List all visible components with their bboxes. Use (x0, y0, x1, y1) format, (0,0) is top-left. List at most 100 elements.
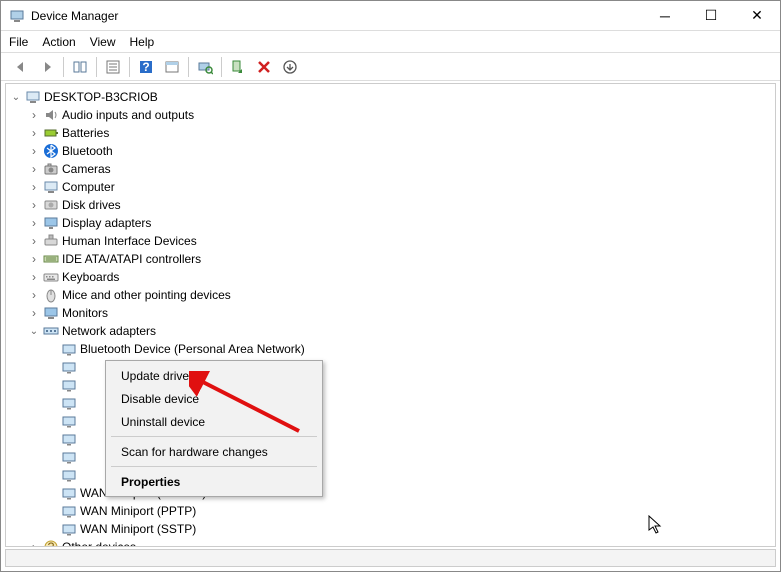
scan-hardware-button[interactable] (193, 56, 217, 78)
tree-category-label: Mice and other pointing devices (62, 288, 231, 302)
tree-category-label: Network adapters (62, 324, 156, 338)
battery-icon (43, 125, 59, 141)
expand-icon[interactable] (28, 288, 40, 302)
expand-icon[interactable] (28, 234, 40, 248)
tree-category-label: Batteries (62, 126, 109, 140)
expand-icon[interactable] (28, 270, 40, 284)
network-adapter-icon (61, 341, 77, 357)
kbd-icon (43, 269, 59, 285)
tree-device-label: Bluetooth Device (Personal Area Network) (80, 342, 305, 356)
network-adapter-icon (61, 485, 77, 501)
enable-device-button[interactable] (226, 56, 250, 78)
menu-disable-device[interactable]: Disable device (109, 387, 319, 410)
tree-root[interactable]: DESKTOP-B3CRIOB (6, 88, 775, 106)
expand-icon[interactable] (28, 198, 40, 212)
bt-icon (43, 143, 59, 159)
svg-text:?: ? (48, 540, 55, 547)
menu-uninstall-device[interactable]: Uninstall device (109, 410, 319, 433)
expand-icon[interactable] (28, 540, 40, 547)
tree-category[interactable]: Audio inputs and outputs (6, 106, 775, 124)
mouse-icon (43, 287, 59, 303)
network-adapter-icon (61, 377, 77, 393)
expand-icon[interactable] (28, 306, 40, 320)
context-menu: Update driver Disable device Uninstall d… (105, 360, 323, 497)
other-devices-icon: ? (43, 539, 59, 547)
expand-icon[interactable] (28, 126, 40, 140)
network-adapter-icon (61, 449, 77, 465)
menu-properties[interactable]: Properties (109, 470, 319, 493)
help-button[interactable]: ? (134, 56, 158, 78)
minimize-button[interactable]: ─ (642, 1, 688, 30)
tree-category[interactable]: Keyboards (6, 268, 775, 286)
menu-file[interactable]: File (9, 35, 28, 49)
properties-button[interactable] (101, 56, 125, 78)
back-button[interactable] (9, 56, 33, 78)
menu-separator (111, 436, 317, 437)
tree-category[interactable]: Monitors (6, 304, 775, 322)
expand-icon[interactable] (28, 162, 40, 176)
tree-category-network[interactable]: Network adapters (6, 322, 775, 340)
show-hide-console-button[interactable] (68, 56, 92, 78)
tree-category[interactable]: Batteries (6, 124, 775, 142)
tree-root-label: DESKTOP-B3CRIOB (44, 90, 158, 104)
forward-button[interactable] (35, 56, 59, 78)
close-button[interactable]: ✕ (734, 1, 780, 30)
ide-icon (43, 251, 59, 267)
audio-icon (43, 107, 59, 123)
menubar: File Action View Help (1, 31, 780, 53)
tree-category-label: Other devices (62, 540, 136, 547)
tree-category[interactable]: Computer (6, 178, 775, 196)
expand-icon[interactable] (28, 180, 40, 194)
disk-icon (43, 197, 59, 213)
status-bar (5, 549, 776, 567)
menu-action[interactable]: Action (42, 35, 75, 49)
app-icon (9, 8, 25, 24)
window-title: Device Manager (31, 9, 642, 23)
toolbar: ? (1, 53, 780, 81)
menu-scan-hardware[interactable]: Scan for hardware changes (109, 440, 319, 463)
tree-device[interactable]: Bluetooth Device (Personal Area Network) (6, 340, 775, 358)
menu-separator (111, 466, 317, 467)
expand-icon[interactable] (10, 92, 22, 103)
network-adapter-icon (43, 323, 59, 339)
expand-icon[interactable] (28, 252, 40, 266)
disable-device-button[interactable] (252, 56, 276, 78)
network-adapter-icon (61, 395, 77, 411)
titlebar: Device Manager ─ ☐ ✕ (1, 1, 780, 31)
hid-icon (43, 233, 59, 249)
mon-icon (43, 305, 59, 321)
tree-category-label: Human Interface Devices (62, 234, 197, 248)
expand-icon[interactable] (28, 144, 40, 158)
tree-category[interactable]: Mice and other pointing devices (6, 286, 775, 304)
tree-category-label: Keyboards (62, 270, 119, 284)
network-adapter-icon (61, 503, 77, 519)
expand-icon[interactable] (28, 108, 40, 122)
tree-category-label: Disk drives (62, 198, 121, 212)
tree-category-label: Display adapters (62, 216, 151, 230)
tree-category[interactable]: IDE ATA/ATAPI controllers (6, 250, 775, 268)
tree-category[interactable]: Display adapters (6, 214, 775, 232)
uninstall-device-button[interactable] (278, 56, 302, 78)
menu-view[interactable]: View (90, 35, 116, 49)
tree-category[interactable]: Human Interface Devices (6, 232, 775, 250)
action-button[interactable] (160, 56, 184, 78)
expand-icon[interactable] (28, 216, 40, 230)
expand-icon[interactable] (28, 326, 40, 337)
tree-category-label: Audio inputs and outputs (62, 108, 194, 122)
menu-update-driver[interactable]: Update driver (109, 364, 319, 387)
network-adapter-icon (61, 359, 77, 375)
maximize-button[interactable]: ☐ (688, 1, 734, 30)
tree-category[interactable]: Disk drives (6, 196, 775, 214)
display-icon (43, 215, 59, 231)
tree-device-label: WAN Miniport (PPTP) (80, 504, 196, 518)
network-adapter-icon (61, 521, 77, 537)
menu-help[interactable]: Help (130, 35, 155, 49)
tree-category-label: Monitors (62, 306, 108, 320)
tree-category[interactable]: Cameras (6, 160, 775, 178)
network-adapter-icon (61, 413, 77, 429)
network-adapter-icon (61, 467, 77, 483)
svg-text:?: ? (142, 60, 149, 74)
pc-icon (43, 179, 59, 195)
tree-category[interactable]: Bluetooth (6, 142, 775, 160)
computer-icon (25, 89, 41, 105)
